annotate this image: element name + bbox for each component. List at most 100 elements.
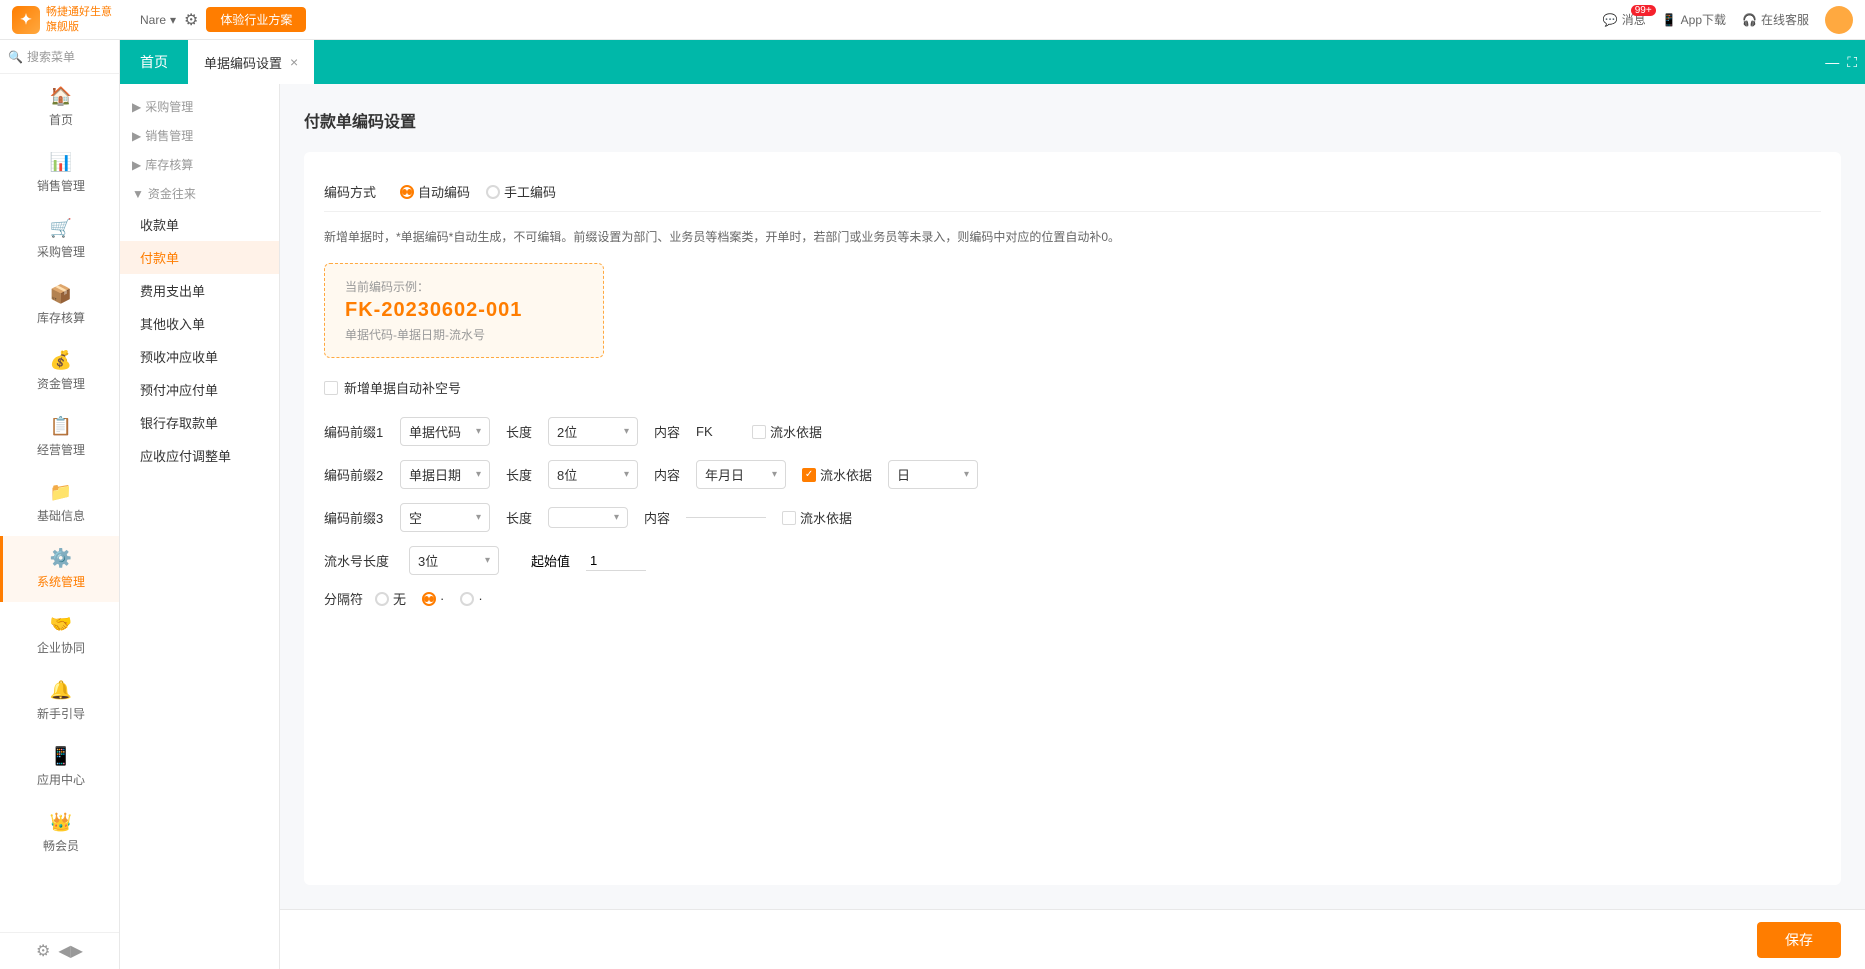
prefix2-serial-check[interactable]: ✓ 流水依据 (802, 465, 872, 484)
prefix2-unit-select[interactable]: 日 ▾ (888, 460, 978, 489)
app-icon: 📱 (1662, 13, 1677, 27)
home-icon: 🏠 (50, 86, 72, 107)
prefix3-serial-checkbox[interactable] (782, 511, 796, 525)
chevron-right-icon: ▶ (132, 100, 141, 114)
operation-icon: 📋 (50, 416, 72, 437)
prefix3-length-label: 长度 (506, 508, 532, 527)
chevron-icon9: ▾ (485, 555, 490, 566)
save-button[interactable]: 保存 (1757, 922, 1841, 958)
prefix1-serial-check[interactable]: 流水依据 (752, 422, 822, 441)
sidebar-item-enterprise[interactable]: 🤝 企业协同 (0, 602, 119, 668)
sidebar-item-sales[interactable]: 📊 销售管理 (0, 140, 119, 206)
separator-row: 分隔符 无 · (324, 589, 1821, 608)
bottom-bar: 保存 (280, 909, 1865, 969)
sidebar-item-home[interactable]: 🏠 首页 (0, 74, 119, 140)
minimize-icon[interactable]: — (1825, 54, 1839, 70)
code-preview-label: 当前编码示例： (345, 278, 583, 295)
sub-item-prepay-recv[interactable]: 预收冲应收单 (120, 340, 279, 373)
prefix3-length-select[interactable]: ▾ (548, 507, 628, 528)
sidebar-item-finance[interactable]: 💰 资金管理 (0, 338, 119, 404)
page-title: 付款单编码设置 (304, 108, 1841, 132)
auto-fill-checkbox[interactable] (324, 381, 338, 395)
apps-icon: 📱 (50, 746, 72, 767)
guide-icon: 🔔 (50, 680, 72, 701)
sidebar-item-guide[interactable]: 🔔 新手引导 (0, 668, 119, 734)
sidebar-item-inventory[interactable]: 📦 库存核算 (0, 272, 119, 338)
tab-bar: 首页 单据编码设置 × — ⛶ (120, 40, 1865, 84)
app-download[interactable]: 📱 App下载 (1662, 11, 1726, 28)
header-dropdown[interactable]: Nare ▾ (140, 13, 176, 27)
logo-text: 畅捷通好生意 旗舰版 (46, 5, 112, 34)
radio-auto-dot (400, 185, 414, 199)
radio-manual[interactable]: 手工编码 (486, 182, 556, 201)
auto-fill-row: 新增单据自动补空号 (324, 378, 1821, 397)
code-preview-value: FK-20230602-001 (345, 299, 583, 322)
prefix2-row: 编码前缀2 单据日期 ▾ 长度 8位 ▾ 内容 (324, 460, 1821, 489)
settings-bottom-icon[interactable]: ⚙ (36, 941, 50, 961)
purchase-icon: 🛒 (50, 218, 72, 239)
start-value-input[interactable] (586, 551, 646, 571)
sep-dot2[interactable]: · (460, 591, 482, 606)
sidebar-item-purchase[interactable]: 🛒 采购管理 (0, 206, 119, 272)
sub-group-sales[interactable]: ▶ 销售管理 (120, 121, 279, 150)
sub-item-other-income[interactable]: 其他收入单 (120, 307, 279, 340)
prefix2-length-select[interactable]: 8位 ▾ (548, 460, 638, 489)
dropdown-text: Nare (140, 13, 166, 27)
prefix1-length-select[interactable]: 2位 ▾ (548, 417, 638, 446)
sidebar-item-basic[interactable]: 📁 基础信息 (0, 470, 119, 536)
sep-dot1-dot (422, 592, 436, 606)
radio-auto[interactable]: 自动编码 (400, 182, 470, 201)
sidebar-item-apps[interactable]: 📱 应用中心 (0, 734, 119, 800)
user-avatar[interactable] (1825, 6, 1853, 34)
sidebar-search[interactable]: 🔍 搜索菜单 (0, 40, 119, 74)
sep-none[interactable]: 无 (375, 589, 406, 608)
collapse-icon[interactable]: ◀▶ (58, 941, 83, 961)
tab-close-icon[interactable]: × (290, 54, 298, 70)
finance-icon: 💰 (50, 350, 72, 371)
sidebar-item-operation[interactable]: 📋 经营管理 (0, 404, 119, 470)
online-service[interactable]: 🎧 在线客服 (1742, 11, 1809, 28)
prefix2-content-label: 内容 (654, 465, 680, 484)
trial-button[interactable]: 体验行业方案 (206, 7, 306, 32)
tab-home[interactable]: 首页 (120, 40, 188, 84)
settings-icon[interactable]: ⚙ (184, 10, 198, 30)
prefix2-content-select[interactable]: 年月日 ▾ (696, 460, 786, 489)
tab-active[interactable]: 单据编码设置 × (188, 40, 314, 84)
prefix2-serial-checkbox[interactable]: ✓ (802, 468, 816, 482)
sidebar-item-member[interactable]: 👑 畅会员 (0, 800, 119, 866)
prefix1-content-label: 内容 (654, 422, 680, 441)
encoding-method-label: 编码方式 (324, 182, 376, 201)
auto-fill-label: 新增单据自动补空号 (344, 378, 461, 397)
sub-item-bank[interactable]: 银行存取款单 (120, 406, 279, 439)
sep-dot1[interactable]: · (422, 591, 444, 606)
serial-length-label: 流水号长度 (324, 551, 389, 570)
prefix1-label: 编码前缀1 (324, 422, 384, 441)
chevron-icon6: ▾ (964, 469, 969, 480)
serial-length-select[interactable]: 3位 ▾ (409, 546, 499, 575)
message-area[interactable]: 💬 消息 99+ (1603, 11, 1646, 28)
sub-item-payment[interactable]: 付款单 (120, 241, 279, 274)
prefix2-length-label: 长度 (506, 465, 532, 484)
search-icon: 🔍 (8, 50, 23, 64)
prefix3-row: 编码前缀3 空 ▾ 长度 ▾ 内容 (324, 503, 1821, 532)
logo-area: ✦ 畅捷通好生意 旗舰版 (12, 5, 132, 34)
sep-none-dot (375, 592, 389, 606)
prefix1-serial-checkbox[interactable] (752, 425, 766, 439)
sub-item-prepay-pay[interactable]: 预付冲应付单 (120, 373, 279, 406)
sub-sidebar: ▶ 采购管理 ▶ 销售管理 ▶ 库存核算 ▼ 资金往来 收款单 付款单 费用支出… (120, 84, 280, 969)
chevron-icon8: ▾ (614, 512, 619, 523)
sub-item-expense[interactable]: 费用支出单 (120, 274, 279, 307)
prefix2-select[interactable]: 单据日期 ▾ (400, 460, 490, 489)
sidebar-item-system[interactable]: ⚙️ 系统管理 (0, 536, 119, 602)
sub-item-adjust[interactable]: 应收应付调整单 (120, 439, 279, 472)
maximize-icon[interactable]: ⛶ (1847, 54, 1857, 71)
prefix3-serial-check[interactable]: 流水依据 (782, 508, 852, 527)
sub-item-receipt[interactable]: 收款单 (120, 208, 279, 241)
prefix3-select[interactable]: 空 ▾ (400, 503, 490, 532)
prefix1-select[interactable]: 单据代码 ▾ (400, 417, 490, 446)
code-preview-sub: 单据代码-单据日期-流水号 (345, 326, 583, 343)
sub-group-purchase[interactable]: ▶ 采购管理 (120, 92, 279, 121)
sub-group-inventory[interactable]: ▶ 库存核算 (120, 150, 279, 179)
message-badge: 99+ (1631, 5, 1656, 16)
sub-group-funds[interactable]: ▼ 资金往来 (120, 179, 279, 208)
